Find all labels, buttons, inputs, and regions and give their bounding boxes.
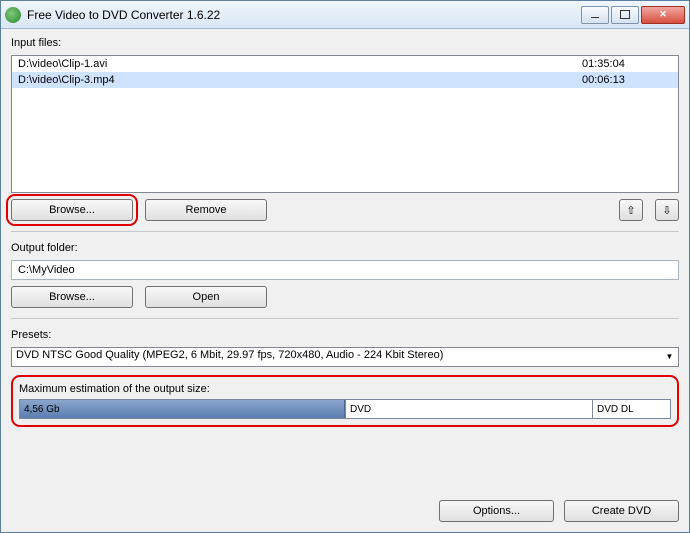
divider bbox=[11, 318, 679, 319]
move-up-button[interactable] bbox=[619, 199, 643, 221]
browse-output-button[interactable]: Browse... bbox=[11, 286, 133, 308]
output-size-label: Maximum estimation of the output size: bbox=[19, 383, 671, 395]
input-files-label: Input files: bbox=[11, 37, 679, 49]
output-size-bar: 4,56 Gb DVD DVD DL bbox=[19, 399, 671, 419]
preset-selected: DVD NTSC Good Quality (MPEG2, 6 Mbit, 29… bbox=[11, 347, 679, 367]
footer: Options... Create DVD bbox=[1, 490, 689, 532]
browse-highlight: Browse... bbox=[6, 194, 138, 226]
app-icon bbox=[5, 7, 21, 23]
options-button[interactable]: Options... bbox=[439, 500, 554, 522]
presets-label: Presets: bbox=[11, 329, 679, 341]
open-output-button[interactable]: Open bbox=[145, 286, 267, 308]
titlebar: Free Video to DVD Converter 1.6.22 bbox=[1, 1, 689, 29]
output-folder-field[interactable]: C:\MyVideo bbox=[11, 260, 679, 280]
size-mark-dvd: DVD bbox=[345, 400, 592, 418]
maximize-button[interactable] bbox=[611, 6, 639, 24]
file-row[interactable]: D:\video\Clip-1.avi 01:35:04 bbox=[12, 56, 678, 72]
output-size-section: Maximum estimation of the output size: 4… bbox=[11, 375, 679, 427]
move-down-button[interactable] bbox=[655, 199, 679, 221]
content-area: Input files: D:\video\Clip-1.avi 01:35:0… bbox=[1, 29, 689, 490]
output-folder-label: Output folder: bbox=[11, 242, 679, 254]
size-value: 4,56 Gb bbox=[24, 404, 60, 415]
file-duration: 00:06:13 bbox=[582, 74, 672, 86]
remove-button[interactable]: Remove bbox=[145, 199, 267, 221]
window-title: Free Video to DVD Converter 1.6.22 bbox=[27, 8, 581, 22]
output-button-row: Browse... Open bbox=[11, 286, 679, 308]
file-path: D:\video\Clip-1.avi bbox=[18, 58, 582, 70]
app-window: Free Video to DVD Converter 1.6.22 Input… bbox=[0, 0, 690, 533]
arrow-up-icon bbox=[626, 204, 635, 217]
chevron-down-icon: ▼ bbox=[662, 349, 677, 364]
browse-input-button[interactable]: Browse... bbox=[11, 199, 133, 221]
size-mark-dvddl: DVD DL bbox=[592, 400, 670, 418]
input-file-list[interactable]: D:\video\Clip-1.avi 01:35:04 D:\video\Cl… bbox=[11, 55, 679, 193]
window-buttons bbox=[581, 6, 685, 24]
size-fill: 4,56 Gb bbox=[20, 400, 345, 418]
minimize-button[interactable] bbox=[581, 6, 609, 24]
divider bbox=[11, 231, 679, 232]
input-button-row: Browse... Remove bbox=[11, 199, 679, 221]
file-row[interactable]: D:\video\Clip-3.mp4 00:06:13 bbox=[12, 72, 678, 88]
preset-dropdown[interactable]: DVD NTSC Good Quality (MPEG2, 6 Mbit, 29… bbox=[11, 347, 679, 367]
close-button[interactable] bbox=[641, 6, 685, 24]
file-duration: 01:35:04 bbox=[582, 58, 672, 70]
create-dvd-button[interactable]: Create DVD bbox=[564, 500, 679, 522]
arrow-down-icon bbox=[662, 204, 671, 217]
file-path: D:\video\Clip-3.mp4 bbox=[18, 74, 582, 86]
